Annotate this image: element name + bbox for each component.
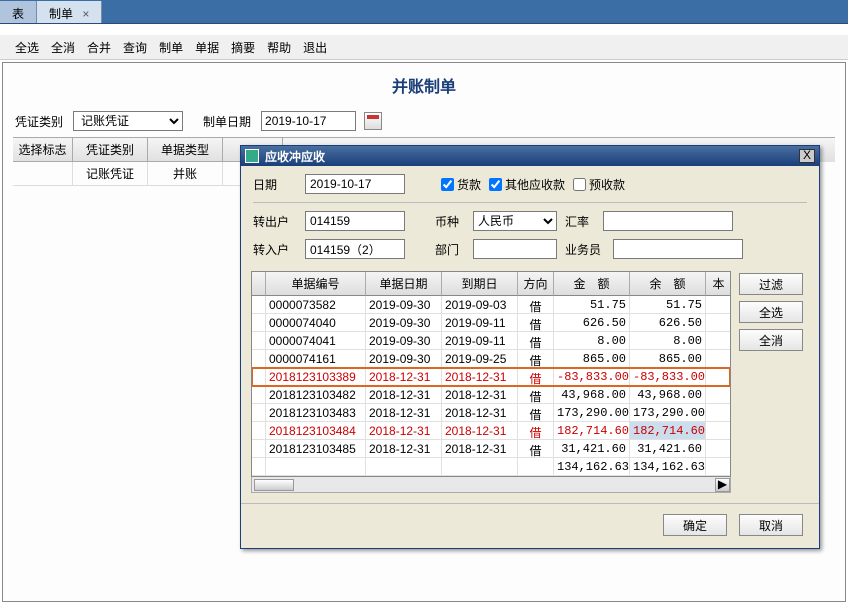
menu-退出[interactable]: 退出	[303, 39, 327, 56]
menu-查询[interactable]: 查询	[123, 39, 147, 56]
criteria-row: 凭证类别 记账凭证 制单日期	[3, 105, 845, 137]
ok-button[interactable]: 确定	[663, 514, 727, 536]
menu-bar: 全选全消合并查询制单单据摘要帮助退出	[0, 34, 848, 60]
tab-list[interactable]: 表	[0, 1, 37, 23]
table-row[interactable]: 00000740412019-09-302019-09-11借8.008.00	[252, 332, 730, 350]
grid-sidebar: 过滤 全选 全消	[739, 271, 803, 351]
col-voucher-type: 凭证类别	[73, 138, 148, 162]
page-title: 并账制单	[3, 63, 845, 105]
calendar-icon[interactable]	[364, 112, 382, 130]
rate-input[interactable]	[603, 211, 733, 231]
date-input[interactable]	[305, 174, 405, 194]
table-row[interactable]: 00000735822019-09-302019-09-03借51.7551.7…	[252, 296, 730, 314]
table-row[interactable]: 134,162.63134,162.63	[252, 458, 730, 476]
currency-select[interactable]: 人民币	[473, 211, 557, 231]
close-icon[interactable]: X	[799, 149, 815, 163]
table-row[interactable]: 20181231033892018-12-312018-12-31借-83,83…	[252, 368, 730, 386]
scroll-thumb[interactable]	[254, 479, 294, 491]
transfer-out-label: 转出户	[253, 213, 297, 230]
table-row[interactable]: 20181231034852018-12-312018-12-31借31,421…	[252, 440, 730, 458]
transfer-in-label: 转入户	[253, 241, 297, 258]
make-date-input[interactable]	[261, 111, 356, 131]
select-all-button[interactable]: 全选	[739, 301, 803, 323]
table-row[interactable]: 00000740402019-09-302019-09-11借626.50626…	[252, 314, 730, 332]
detail-grid: 单据编号单据日期到期日方向金 额余 额本 00000735822019-09-3…	[251, 271, 731, 477]
grid-header[interactable]: 到期日	[442, 272, 518, 296]
cancel-button[interactable]: 取消	[739, 514, 803, 536]
grid-header[interactable]: 金 额	[554, 272, 630, 296]
date-label: 日期	[253, 176, 297, 193]
table-row[interactable]: 00000741612019-09-302019-09-25借865.00865…	[252, 350, 730, 368]
transfer-out-input[interactable]	[305, 211, 405, 231]
clerk-input[interactable]	[613, 239, 743, 259]
menu-摘要[interactable]: 摘要	[231, 39, 255, 56]
table-row[interactable]: 20181231034832018-12-312018-12-31借173,29…	[252, 404, 730, 422]
menu-单据[interactable]: 单据	[195, 39, 219, 56]
dept-label: 部门	[435, 241, 465, 258]
voucher-type-select[interactable]: 记账凭证	[73, 111, 183, 131]
horizontal-scrollbar[interactable]: ▶	[251, 477, 731, 493]
menu-帮助[interactable]: 帮助	[267, 39, 291, 56]
currency-label: 币种	[435, 213, 465, 230]
make-date-label: 制单日期	[203, 113, 251, 130]
clerk-label: 业务员	[565, 241, 605, 258]
transfer-in-input[interactable]	[305, 239, 405, 259]
tab-label: 制单	[49, 7, 73, 21]
grid-header[interactable]: 单据日期	[366, 272, 442, 296]
dialog-titlebar[interactable]: 应收冲应收 X	[241, 146, 819, 166]
dialog-title: 应收冲应收	[265, 148, 799, 165]
dialog-form: 日期 货款 其他应收款 预收款 转出户 币种 人民币 汇率 转入户 部门 业务员	[241, 166, 819, 271]
menu-合并[interactable]: 合并	[87, 39, 111, 56]
menu-制单[interactable]: 制单	[159, 39, 183, 56]
table-row[interactable]: 20181231034822018-12-312018-12-31借43,968…	[252, 386, 730, 404]
close-icon[interactable]: ×	[82, 7, 89, 21]
checkbox-other-receivable[interactable]: 其他应收款	[489, 176, 565, 193]
grid-header[interactable]: 本	[706, 272, 731, 296]
dialog-footer: 确定 取消	[241, 503, 819, 548]
checkbox-prepay[interactable]: 预收款	[573, 176, 625, 193]
col-select-flag: 选择标志	[13, 138, 73, 162]
grid-header[interactable]: 方向	[518, 272, 554, 296]
dept-input[interactable]	[473, 239, 557, 259]
menu-全消[interactable]: 全消	[51, 39, 75, 56]
col-doc-type: 单据类型	[148, 138, 223, 162]
voucher-type-label: 凭证类别	[15, 113, 63, 130]
checkbox-goods[interactable]: 货款	[441, 176, 481, 193]
grid-header[interactable]: 单据编号	[266, 272, 366, 296]
table-row[interactable]: 20181231034842018-12-312018-12-31借182,71…	[252, 422, 730, 440]
offset-dialog: 应收冲应收 X 日期 货款 其他应收款 预收款 转出户 币种 人民币 汇率 转入…	[240, 145, 820, 549]
select-none-button[interactable]: 全消	[739, 329, 803, 351]
grid-header[interactable]	[252, 272, 266, 296]
tab-voucher[interactable]: 制单 ×	[37, 1, 102, 23]
menu-全选[interactable]: 全选	[15, 39, 39, 56]
tab-bar: 表 制单 ×	[0, 0, 848, 24]
rate-label: 汇率	[565, 213, 595, 230]
filter-button[interactable]: 过滤	[739, 273, 803, 295]
app-icon	[245, 149, 259, 163]
scroll-right-icon[interactable]: ▶	[715, 478, 730, 492]
grid-header[interactable]: 余 额	[630, 272, 706, 296]
